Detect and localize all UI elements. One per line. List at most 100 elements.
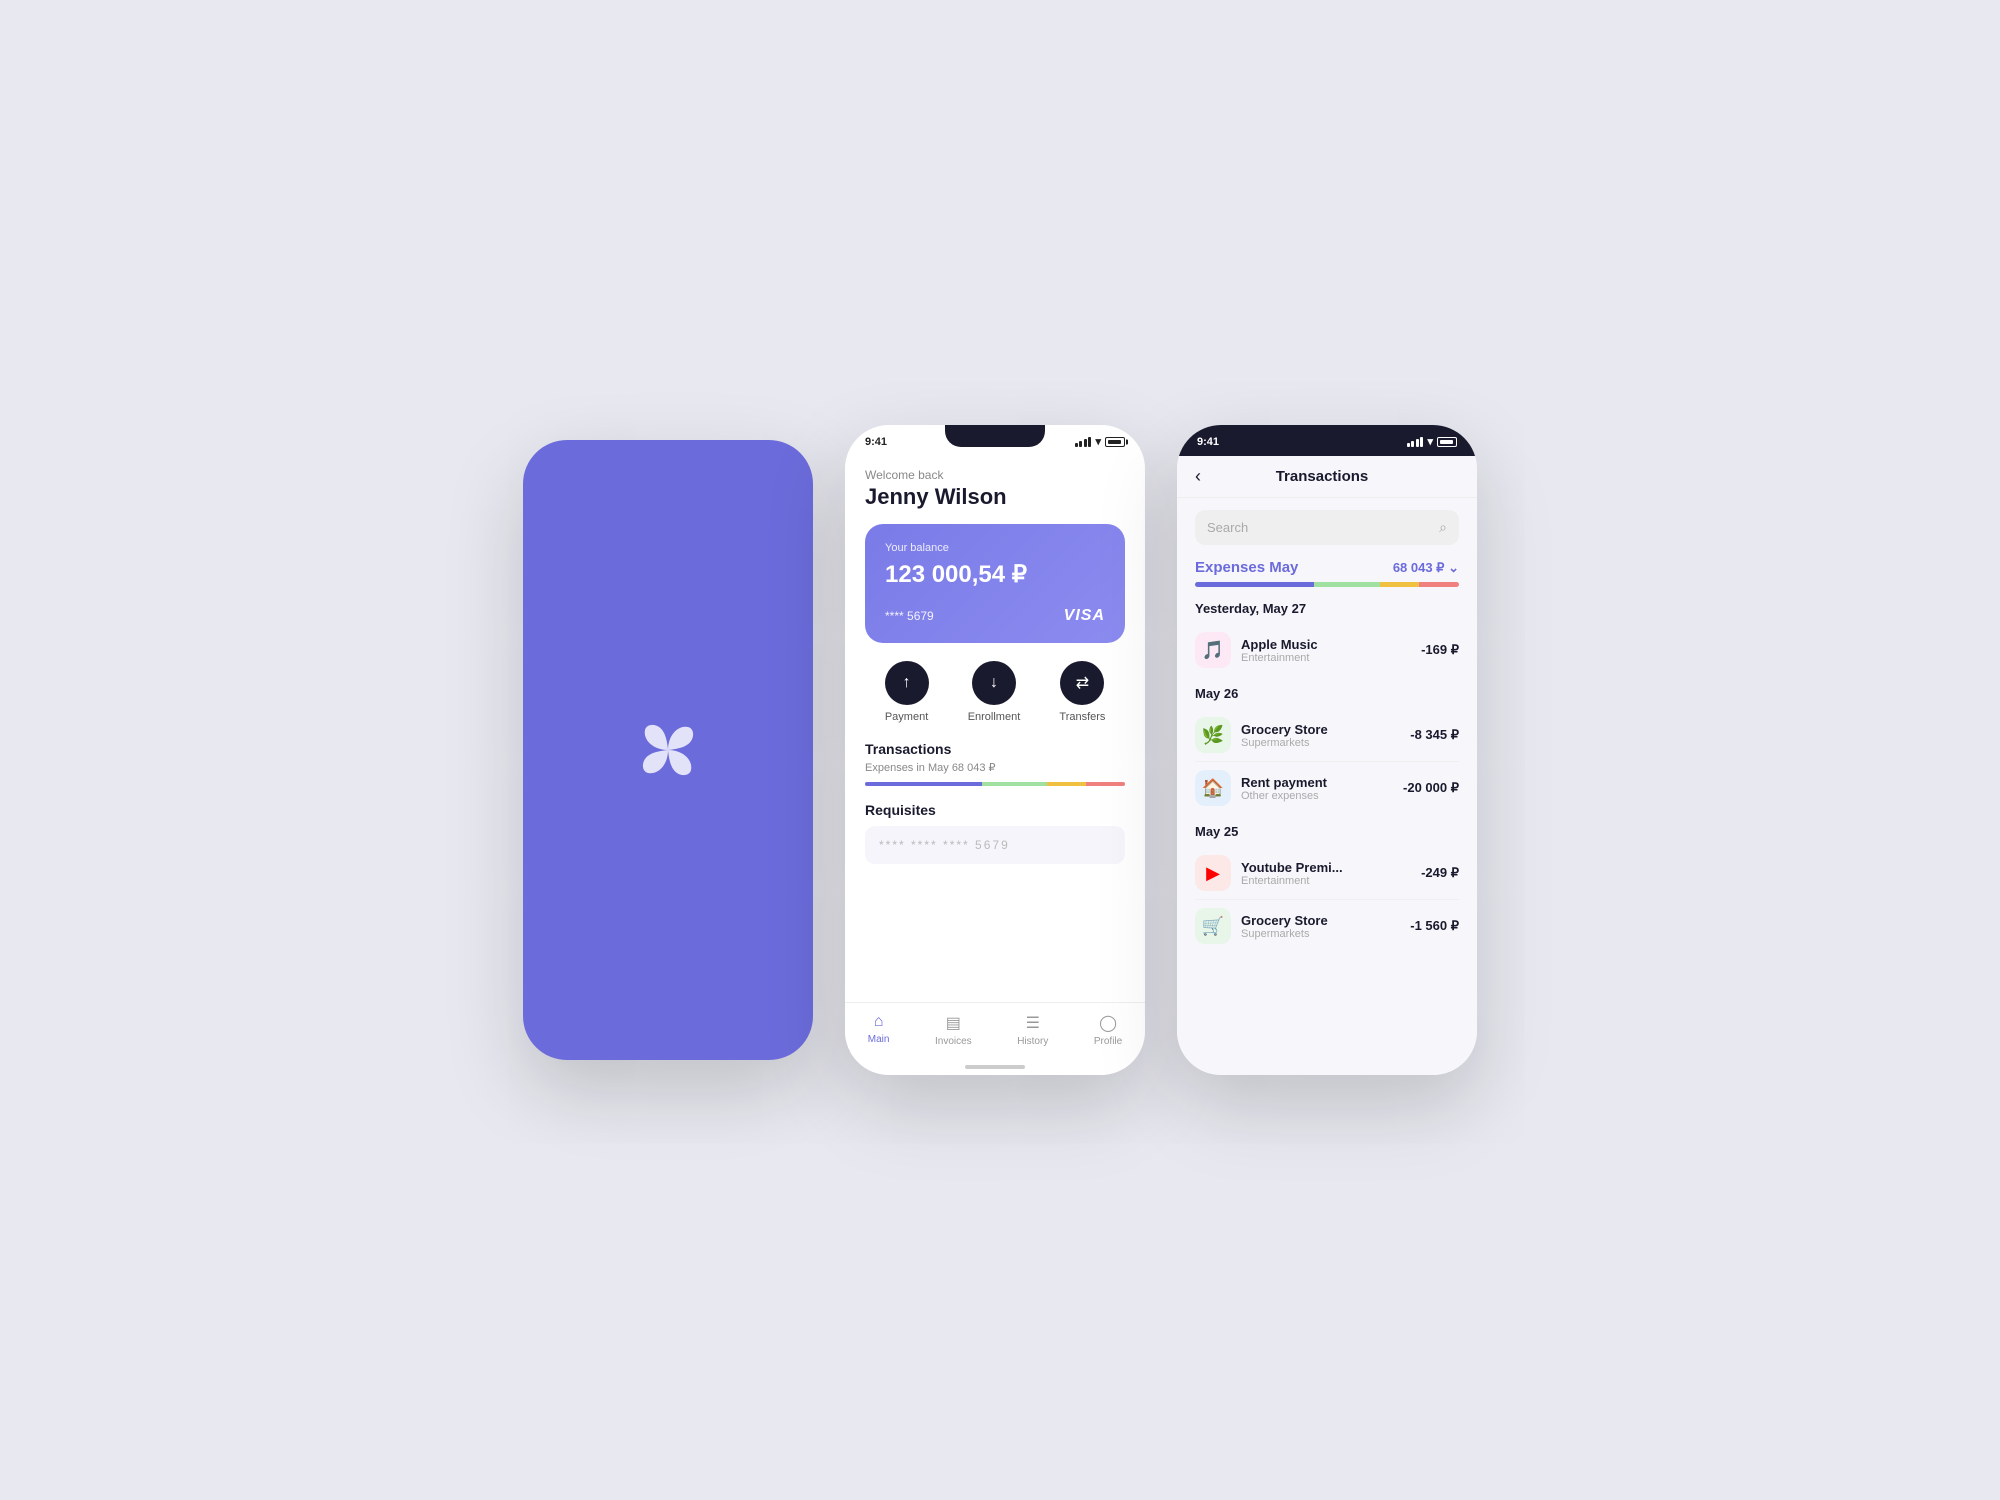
tx-cat-grocery1: Supermarkets [1241,737,1400,749]
tx-amount-grocery2: -1 560 ₽ [1410,918,1459,934]
date-label-may26: May 26 [1195,686,1459,701]
tx-content: Search ⌕ Expenses May 68 043 ₽ ⌄ [1177,498,1477,1075]
nav-invoices-label: Invoices [935,1036,972,1047]
nav-profile-label: Profile [1094,1036,1122,1047]
expenses-label: Expenses May [1195,559,1298,576]
action-enrollment[interactable]: ↓ Enrollment [968,661,1021,723]
invoices-icon: ▤ [946,1013,961,1033]
action-payment[interactable]: ↑ Payment [885,661,929,723]
date-label-may25: May 25 [1195,824,1459,839]
tx-cat-grocery2: Supermarkets [1241,928,1400,940]
requisites-section: Requisites **** **** **** 5679 [865,802,1125,864]
tx-category: Entertainment [1241,652,1411,664]
splash-screen [523,440,813,1060]
app-logo [623,705,713,795]
tx-item-rent[interactable]: 🏠 Rent payment Other expenses -20 000 ₽ [1195,762,1459,814]
wifi-icon: ▾ [1095,435,1101,448]
payment-label: Payment [885,711,928,723]
expenses-progress-bar [1195,582,1459,587]
tx-name: Apple Music [1241,637,1411,652]
welcome-text: Welcome back [865,468,1125,482]
date-group-may25: May 25 ▶ Youtube Premi... Entertainment … [1195,824,1459,952]
youtube-icon: ▶ [1195,855,1231,891]
nav-history-label: History [1017,1036,1048,1047]
home-icon: ⌂ [874,1013,884,1031]
nav-main-label: Main [868,1034,890,1045]
card-number: **** 5679 [885,609,934,623]
tx-cat-rent: Other expenses [1241,790,1393,802]
grocery-icon-1: 🌿 [1195,717,1231,753]
tx-wifi-icon: ▾ [1427,435,1433,448]
tx-signal-icon [1407,437,1424,447]
nav-invoices[interactable]: ▤ Invoices [935,1013,972,1047]
bottom-nav: ⌂ Main ▤ Invoices ☰ History ◯ Profile [845,1002,1145,1061]
action-transfers[interactable]: ⇄ Transfers [1059,661,1105,723]
date-group-may26: May 26 🌿 Grocery Store Supermarkets -8 3… [1195,686,1459,814]
card-balance: 123 000,54 ₽ [885,560,1105,589]
tx-status-icons: ▾ [1407,435,1457,448]
tx-battery-icon [1437,437,1457,447]
back-button[interactable]: ‹ [1195,466,1201,487]
expenses-amount: 68 043 ₽ ⌄ [1393,560,1459,576]
tx-name-rent: Rent payment [1241,775,1393,790]
transactions-section: Transactions Expenses in May 68 043 ₽ [865,741,1125,786]
requisites-input[interactable]: **** **** **** 5679 [865,826,1125,864]
transfers-icon: ⇄ [1060,661,1104,705]
search-placeholder: Search [1207,520,1431,535]
nav-history[interactable]: ☰ History [1017,1013,1048,1047]
notch [945,425,1045,447]
main-content: Welcome back Jenny Wilson Your balance 1… [845,452,1145,1002]
requisites-title: Requisites [865,802,1125,818]
profile-icon: ◯ [1099,1013,1117,1033]
tx-status-bar: 9:41 ▾ [1177,425,1477,456]
tx-item-grocery2[interactable]: 🛒 Grocery Store Supermarkets -1 560 ₽ [1195,900,1459,952]
tx-info-rent: Rent payment Other expenses [1241,775,1393,802]
search-icon: ⌕ [1439,519,1447,536]
card-brand: VISA [1064,607,1105,625]
main-screen: 9:41 ▾ Welcome back Jenny Wilson You [845,425,1145,1075]
tx-name-grocery1: Grocery Store [1241,722,1400,737]
rent-icon: 🏠 [1195,770,1231,806]
tx-info-apple-music: Apple Music Entertainment [1241,637,1411,664]
transactions-title: Transactions [865,741,1125,757]
payment-icon: ↑ [885,661,929,705]
date-label-may27: Yesterday, May 27 [1195,601,1459,616]
enrollment-label: Enrollment [968,711,1021,723]
expenses-header: Expenses May 68 043 ₽ ⌄ [1195,559,1459,576]
tx-page-title: Transactions [1209,468,1435,485]
battery-icon [1105,437,1125,447]
status-time: 9:41 [865,436,887,448]
tx-amount: -169 ₽ [1421,642,1459,658]
tx-item-youtube[interactable]: ▶ Youtube Premi... Entertainment -249 ₽ [1195,847,1459,900]
chevron-down-icon: ⌄ [1448,560,1459,575]
transactions-screen: 9:41 ▾ ‹ Transactions [1177,425,1477,1075]
balance-card[interactable]: Your balance 123 000,54 ₽ **** 5679 VISA [865,524,1125,643]
tx-name-youtube: Youtube Premi... [1241,860,1411,875]
apple-music-icon: 🎵 [1195,632,1231,668]
tx-amount-grocery1: -8 345 ₽ [1410,727,1459,743]
transactions-sub: Expenses in May 68 043 ₽ [865,761,1125,774]
user-name: Jenny Wilson [865,484,1125,510]
date-group-may27: Yesterday, May 27 🎵 Apple Music Entertai… [1195,601,1459,676]
tx-item-apple-music[interactable]: 🎵 Apple Music Entertainment -169 ₽ [1195,624,1459,676]
nav-profile[interactable]: ◯ Profile [1094,1013,1122,1047]
tx-info-youtube: Youtube Premi... Entertainment [1241,860,1411,887]
tx-header: ‹ Transactions [1177,456,1477,498]
signal-icon [1075,437,1092,447]
tx-cat-youtube: Entertainment [1241,875,1411,887]
tx-amount-rent: -20 000 ₽ [1403,780,1459,796]
history-icon: ☰ [1026,1013,1040,1033]
home-indicator [845,1061,1145,1075]
transactions-progress [865,782,1125,786]
tx-info-grocery2: Grocery Store Supermarkets [1241,913,1400,940]
enrollment-icon: ↓ [972,661,1016,705]
search-bar[interactable]: Search ⌕ [1195,510,1459,545]
grocery-icon-2: 🛒 [1195,908,1231,944]
status-icons: ▾ [1075,435,1125,448]
transfers-label: Transfers [1059,711,1105,723]
tx-status-time: 9:41 [1197,436,1219,448]
actions-row: ↑ Payment ↓ Enrollment ⇄ Transfers [865,661,1125,723]
nav-main[interactable]: ⌂ Main [868,1013,890,1047]
tx-amount-youtube: -249 ₽ [1421,865,1459,881]
tx-item-grocery1[interactable]: 🌿 Grocery Store Supermarkets -8 345 ₽ [1195,709,1459,762]
